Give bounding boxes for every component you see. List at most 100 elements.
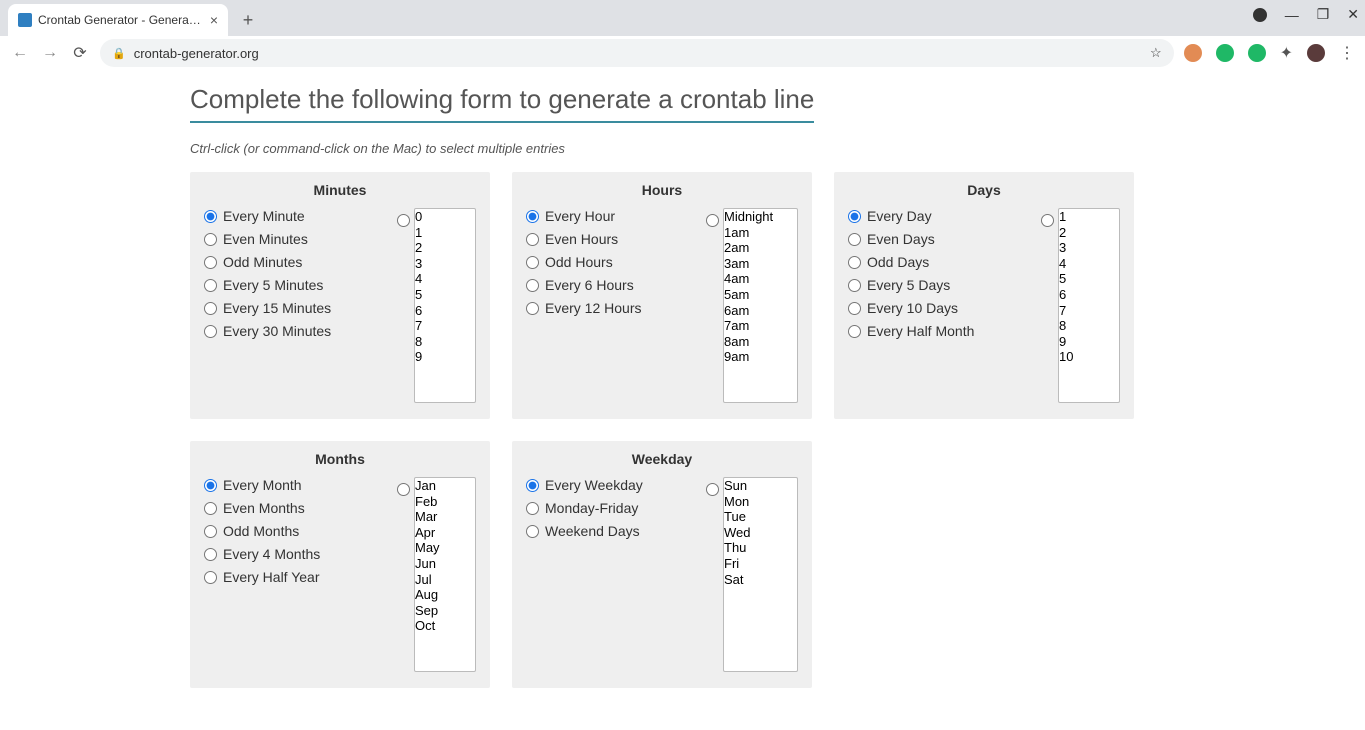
kebab-menu-icon[interactable]: ⋮ [1339,43,1355,63]
select-option[interactable]: Jan [415,478,475,494]
url-input[interactable]: 🔒 crontab-generator.org ☆ [100,39,1174,67]
months-radio-option[interactable]: Every 4 Months [204,546,387,562]
select-option[interactable]: 3 [415,256,475,272]
maximize-icon[interactable]: ❐ [1317,6,1330,23]
close-tab-icon[interactable]: × [210,12,218,28]
hours-radio-option[interactable]: Every Hour [526,208,696,224]
months-select-radio[interactable] [397,483,410,496]
select-option[interactable]: Midnight [724,209,797,225]
select-option[interactable]: Feb [415,494,475,510]
select-option[interactable]: Fri [724,556,797,572]
hours-select[interactable]: Midnight1am2am3am4am5am6am7am8am9am [723,208,798,403]
select-option[interactable]: 4 [1059,256,1119,272]
extensions-menu-icon[interactable]: ✦ [1280,43,1293,63]
select-option[interactable]: 9 [415,349,475,365]
days-radio-option[interactable]: Every Half Month [848,323,1031,339]
select-option[interactable]: 2 [1059,225,1119,241]
extension-icon[interactable] [1184,44,1202,62]
select-option[interactable]: Jul [415,572,475,588]
select-option[interactable]: Tue [724,509,797,525]
extension-icon[interactable] [1216,44,1234,62]
select-option[interactable]: Sep [415,603,475,619]
select-option[interactable]: 7 [1059,303,1119,319]
weekday-select[interactable]: SunMonTueWedThuFriSat [723,477,798,672]
hours-radio-option[interactable]: Every 12 Hours [526,300,696,316]
select-option[interactable]: Mar [415,509,475,525]
months-radio-option[interactable]: Odd Months [204,523,387,539]
minutes-select-radio[interactable] [397,214,410,227]
select-option[interactable]: Wed [724,525,797,541]
weekday-radio-option[interactable]: Monday-Friday [526,500,696,516]
select-option[interactable]: 7am [724,318,797,334]
select-option[interactable]: Apr [415,525,475,541]
weekday-radio-option[interactable]: Weekend Days [526,523,696,539]
hours-radio-option[interactable]: Every 6 Hours [526,277,696,293]
days-radio-option[interactable]: Every 10 Days [848,300,1031,316]
select-option[interactable]: 0 [415,209,475,225]
select-option[interactable]: 2am [724,240,797,256]
select-option[interactable]: 8 [1059,318,1119,334]
select-option[interactable]: Sat [724,572,797,588]
select-option[interactable]: 8 [415,334,475,350]
back-button[interactable]: ← [10,44,30,62]
select-option[interactable]: Sun [724,478,797,494]
minutes-radio-option[interactable]: Every 5 Minutes [204,277,387,293]
select-option[interactable]: 9am [724,349,797,365]
select-option[interactable]: 8am [724,334,797,350]
star-icon[interactable]: ☆ [1150,45,1162,61]
select-option[interactable]: 4am [724,271,797,287]
select-option[interactable]: 9 [1059,334,1119,350]
months-radio-option[interactable]: Every Half Year [204,569,387,585]
profile-avatar[interactable] [1307,44,1325,62]
select-option[interactable]: 6 [415,303,475,319]
select-option[interactable]: 2 [415,240,475,256]
months-select[interactable]: JanFebMarAprMayJunJulAugSepOct [414,477,476,672]
select-option[interactable]: 3am [724,256,797,272]
new-tab-button[interactable]: + [234,6,262,34]
select-option[interactable]: 1 [415,225,475,241]
days-radio-option[interactable]: Even Days [848,231,1031,247]
hours-radio-option[interactable]: Odd Hours [526,254,696,270]
days-select-radio[interactable] [1041,214,1054,227]
minutes-radio-option[interactable]: Every 15 Minutes [204,300,387,316]
select-option[interactable]: 1 [1059,209,1119,225]
select-option[interactable]: 5 [1059,271,1119,287]
select-option[interactable]: 4 [415,271,475,287]
select-option[interactable]: 6am [724,303,797,319]
select-option[interactable]: 7 [415,318,475,334]
extension-icon[interactable] [1248,44,1266,62]
weekday-radio-option[interactable]: Every Weekday [526,477,696,493]
select-option[interactable]: Thu [724,540,797,556]
select-option[interactable]: 3 [1059,240,1119,256]
minutes-radio-option[interactable]: Odd Minutes [204,254,387,270]
page-viewport[interactable]: Complete the following form to generate … [0,70,1365,730]
minutes-radio-option[interactable]: Every 30 Minutes [204,323,387,339]
minutes-radio-option[interactable]: Even Minutes [204,231,387,247]
select-option[interactable]: Aug [415,587,475,603]
select-option[interactable]: 10 [1059,349,1119,365]
select-option[interactable]: Jun [415,556,475,572]
reload-button[interactable]: ⟳ [70,43,90,63]
days-radio-option[interactable]: Every Day [848,208,1031,224]
minimize-icon[interactable]: — [1285,7,1299,23]
select-option[interactable]: 5am [724,287,797,303]
hours-select-radio[interactable] [706,214,719,227]
hours-radio-option[interactable]: Even Hours [526,231,696,247]
account-icon[interactable] [1253,8,1267,22]
select-option[interactable]: May [415,540,475,556]
days-radio-option[interactable]: Every 5 Days [848,277,1031,293]
weekday-select-radio[interactable] [706,483,719,496]
forward-button[interactable]: → [40,44,60,62]
days-select[interactable]: 12345678910 [1058,208,1120,403]
minutes-select[interactable]: 0123456789 [414,208,476,403]
select-option[interactable]: 5 [415,287,475,303]
select-option[interactable]: Mon [724,494,797,510]
browser-tab[interactable]: Crontab Generator - Generate cr × [8,4,228,36]
minutes-radio-option[interactable]: Every Minute [204,208,387,224]
months-radio-option[interactable]: Every Month [204,477,387,493]
select-option[interactable]: 1am [724,225,797,241]
close-window-icon[interactable]: ✕ [1347,6,1359,23]
months-radio-option[interactable]: Even Months [204,500,387,516]
select-option[interactable]: Oct [415,618,475,634]
days-radio-option[interactable]: Odd Days [848,254,1031,270]
